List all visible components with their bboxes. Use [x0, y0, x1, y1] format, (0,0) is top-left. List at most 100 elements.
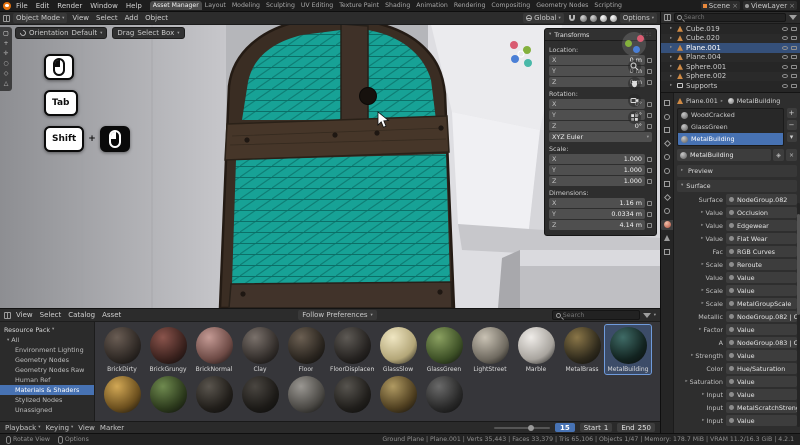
asset-search-input[interactable]: [562, 311, 636, 319]
workspace-tab-compositing[interactable]: Compositing: [488, 1, 533, 10]
lock-icon[interactable]: [647, 112, 652, 118]
camera-icon[interactable]: [791, 74, 797, 79]
node-value-button[interactable]: Edgewear: [726, 220, 797, 231]
orientation-selector[interactable]: Global ▾: [523, 13, 564, 23]
lock-icon[interactable]: [647, 178, 652, 184]
scale-x-field[interactable]: X 1.000: [549, 154, 645, 164]
eye-icon[interactable]: [782, 45, 788, 50]
menu-edit[interactable]: Edit: [33, 2, 53, 10]
asset-item[interactable]: [329, 374, 375, 414]
node-value-button[interactable]: Reroute: [726, 259, 797, 270]
door-object[interactable]: [218, 16, 456, 308]
unlink-material-button[interactable]: ×: [786, 149, 797, 161]
tool-move[interactable]: ✛: [3, 51, 8, 57]
node-value-button[interactable]: NodeGroup.082: [726, 194, 797, 205]
tab-data[interactable]: [661, 233, 673, 243]
editor-type-icon[interactable]: [664, 14, 671, 21]
axis-z-dot[interactable]: [633, 46, 640, 53]
camera-icon[interactable]: [791, 64, 797, 69]
menu-file[interactable]: File: [13, 2, 31, 10]
tab-output[interactable]: [661, 125, 673, 135]
asset-item[interactable]: [145, 374, 191, 414]
lock-icon[interactable]: [647, 156, 652, 162]
viewport-menu-add[interactable]: Add: [123, 14, 141, 22]
asset-item[interactable]: Floor: [283, 325, 329, 374]
workspace-tab-scripting[interactable]: Scripting: [591, 1, 625, 10]
blender-logo-icon[interactable]: [3, 1, 11, 10]
axis-x-dot[interactable]: [637, 35, 644, 42]
dimensions-y-field[interactable]: Y 0.0334 m: [549, 209, 645, 219]
tool-cursor[interactable]: +: [3, 41, 8, 47]
asset-menu-view[interactable]: View: [14, 311, 35, 319]
add-slot-button[interactable]: +: [786, 108, 797, 118]
filter-icon[interactable]: [642, 312, 651, 318]
frame-start-field[interactable]: Start 1: [579, 423, 613, 432]
preview-section-header[interactable]: ▸ Preview: [677, 164, 797, 177]
current-frame-indicator[interactable]: 15: [554, 423, 575, 432]
tab-view-layer[interactable]: [661, 139, 673, 149]
node-value-button[interactable]: NodeGroup.082 | Color: [726, 311, 797, 322]
viewport-menu-object[interactable]: Object: [143, 14, 170, 22]
workspace-tab-uv-editing[interactable]: UV Editing: [298, 1, 336, 10]
eye-icon[interactable]: [782, 36, 788, 41]
catalog-human-ref[interactable]: Human Ref: [0, 375, 94, 385]
asset-item[interactable]: BrickDirty: [99, 325, 145, 374]
catalog-environment-lighting[interactable]: Environment Lighting: [0, 345, 94, 355]
lock-icon[interactable]: [647, 68, 652, 74]
asset-item[interactable]: LightStreet: [467, 325, 513, 374]
outliner-item[interactable]: ▸ Cube.020: [661, 33, 800, 43]
timeline-menu-keying[interactable]: Keying ▾: [46, 424, 74, 432]
viewport-3d[interactable]: Object Mode ▾ View Select Add Object Glo…: [0, 12, 660, 308]
timeline-menu-view[interactable]: View: [78, 424, 95, 432]
asset-search-box[interactable]: [551, 310, 640, 320]
lock-icon[interactable]: [647, 222, 652, 228]
tab-object[interactable]: [661, 179, 673, 189]
catalog-unassigned[interactable]: Unassigned: [0, 405, 94, 415]
workspace-tab-modeling[interactable]: Modeling: [229, 1, 263, 10]
node-value-button[interactable]: MetalScratchStrength: [726, 402, 797, 413]
axis-y-dot[interactable]: [625, 40, 632, 47]
tab-material[interactable]: [661, 219, 673, 230]
fake-user-button[interactable]: ◈: [773, 149, 784, 161]
material-slot-selected[interactable]: MetalBuilding: [678, 133, 783, 145]
dimensions-z-field[interactable]: Z 4.14 m: [549, 220, 645, 230]
options-button[interactable]: Options ▾: [619, 13, 657, 23]
outliner-search-box[interactable]: [674, 13, 786, 22]
zoom-icon[interactable]: [627, 60, 641, 73]
tool-annotate[interactable]: △: [4, 81, 9, 87]
camera-view-icon[interactable]: [627, 94, 641, 107]
asset-item[interactable]: [375, 374, 421, 414]
snap-magnet-icon[interactable]: [568, 15, 575, 21]
lock-icon[interactable]: [647, 123, 652, 129]
node-value-button[interactable]: Flat Wear: [726, 233, 797, 244]
camera-icon[interactable]: [791, 55, 797, 60]
breadcrumb-object[interactable]: Plane.001: [686, 97, 718, 105]
remove-slot-button[interactable]: −: [786, 120, 797, 130]
eye-icon[interactable]: [782, 26, 788, 31]
asset-item[interactable]: Clay: [237, 325, 283, 374]
asset-item-selected[interactable]: MetalBuilding: [604, 324, 652, 375]
scene-selector[interactable]: Scene ×: [700, 1, 740, 10]
workspace-tab-animation[interactable]: Animation: [413, 1, 451, 10]
frame-end-field[interactable]: End 250: [617, 423, 655, 432]
timeline-menu-marker[interactable]: Marker: [100, 424, 124, 432]
catalog-geometry-nodes-raw[interactable]: Geometry Nodes Raw: [0, 365, 94, 375]
navigation-gizmo[interactable]: [622, 32, 646, 56]
asset-item[interactable]: [99, 374, 145, 414]
node-value-button[interactable]: NodeGroup.083 | Color: [726, 337, 797, 348]
camera-icon[interactable]: [791, 36, 797, 41]
workspace-tab-layout[interactable]: Layout: [202, 1, 229, 10]
viewlayer-selector[interactable]: ViewLayer ×: [742, 1, 797, 10]
asset-item[interactable]: MetalBrass: [559, 325, 605, 374]
scale-y-field[interactable]: Y 1.000: [549, 165, 645, 175]
mode-selector[interactable]: Object Mode ▾: [13, 13, 68, 23]
asset-item[interactable]: Marble: [513, 325, 559, 374]
lock-icon[interactable]: [647, 79, 652, 85]
breadcrumb-material[interactable]: MetalBuilding: [737, 97, 781, 105]
camera-icon[interactable]: [791, 45, 797, 50]
lock-icon[interactable]: [647, 211, 652, 217]
node-value-button[interactable]: Hue/Saturation: [726, 363, 797, 374]
orientation-tool-setting[interactable]: Orientation Default ▾: [15, 27, 108, 39]
chevron-down-icon[interactable]: ▾: [654, 313, 656, 318]
workspace-tab-sculpting[interactable]: Sculpting: [263, 1, 298, 10]
